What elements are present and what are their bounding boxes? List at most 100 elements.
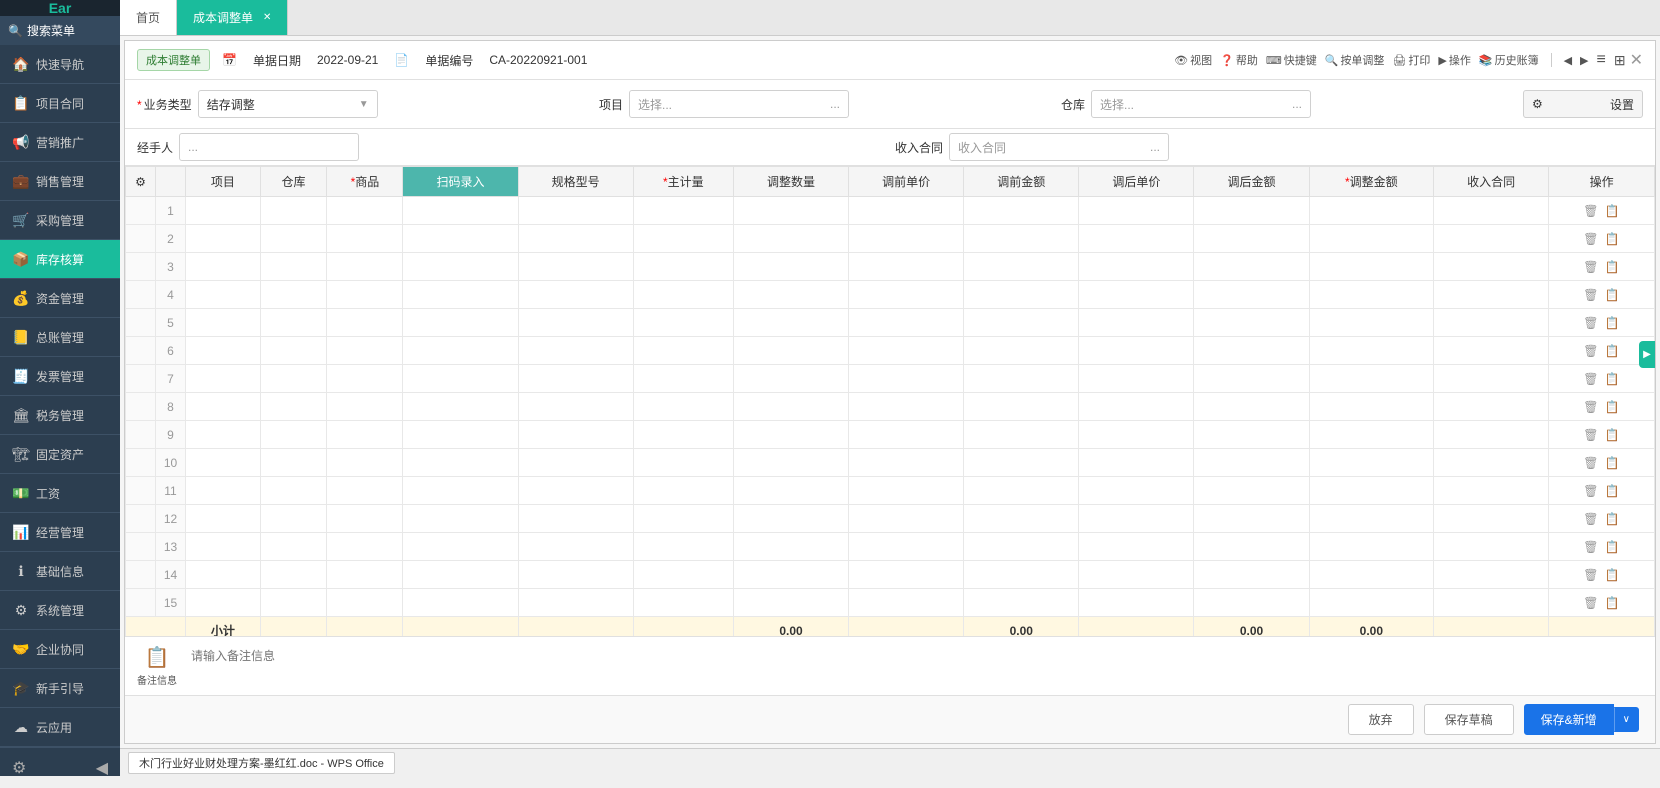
row-adj-amount-cell[interactable] [1309,337,1434,365]
row-pre-amount-cell[interactable] [964,281,1079,309]
row-warehouse-cell[interactable] [260,477,327,505]
row-post-unit-price-cell[interactable] [1079,561,1194,589]
row-scan-cell[interactable] [403,449,518,477]
row-pre-amount-cell[interactable] [964,561,1079,589]
sidebar-item-sales-mgmt[interactable]: 💼 销售管理 [0,162,120,201]
row-post-unit-price-cell[interactable] [1079,393,1194,421]
sidebar-item-quick-nav[interactable]: 🏠 快速导航 [0,45,120,84]
row-post-amount-cell[interactable] [1194,365,1309,393]
sidebar-item-sys-settings[interactable]: ⚙ 系统管理 [0,591,120,630]
sidebar-item-fixed-assets[interactable]: 🏗 固定资产 [0,435,120,474]
row-pre-unit-price-cell[interactable] [849,449,964,477]
row-copy-icon[interactable]: 📋 [1603,538,1621,556]
row-main-unit-cell[interactable] [633,225,733,253]
row-post-amount-cell[interactable] [1194,449,1309,477]
row-delete-icon[interactable]: 🗑 [1582,398,1600,416]
row-post-amount-cell[interactable] [1194,337,1309,365]
row-spec-cell[interactable] [518,365,633,393]
save-new-arrow-button[interactable]: ∨ [1614,707,1639,732]
row-goods-cell[interactable] [327,225,403,253]
row-copy-icon[interactable]: 📋 [1603,482,1621,500]
row-scan-cell[interactable] [403,589,518,617]
row-warehouse-cell[interactable] [260,365,327,393]
row-copy-icon[interactable]: 📋 [1603,286,1621,304]
row-adj-qty-cell[interactable] [734,281,849,309]
row-adj-amount-cell[interactable] [1309,533,1434,561]
row-copy-icon[interactable]: 📋 [1603,342,1621,360]
row-goods-cell[interactable] [327,393,403,421]
row-copy-icon[interactable]: 📋 [1603,370,1621,388]
row-copy-icon[interactable]: 📋 [1603,454,1621,472]
row-project-cell[interactable] [186,197,261,225]
toolbar-history[interactable]: 📚 历史账簿 [1479,52,1539,68]
row-goods-cell[interactable] [327,561,403,589]
row-main-unit-cell[interactable] [633,337,733,365]
footer-collapse-icon[interactable]: ◀ [96,758,108,778]
row-pre-unit-price-cell[interactable] [849,505,964,533]
row-post-amount-cell[interactable] [1194,421,1309,449]
row-post-amount-cell[interactable] [1194,253,1309,281]
row-post-unit-price-cell[interactable] [1079,449,1194,477]
row-goods-cell[interactable] [327,477,403,505]
th-settings[interactable]: ⚙ [126,167,156,197]
row-goods-cell[interactable] [327,309,403,337]
row-goods-cell[interactable] [327,281,403,309]
row-spec-cell[interactable] [518,561,633,589]
row-main-unit-cell[interactable] [633,561,733,589]
row-income-contract-cell[interactable] [1434,309,1549,337]
sidebar-item-basic-info[interactable]: ℹ 基础信息 [0,552,120,591]
row-project-cell[interactable] [186,281,261,309]
row-adj-qty-cell[interactable] [734,505,849,533]
row-adj-qty-cell[interactable] [734,253,849,281]
row-copy-icon[interactable]: 📋 [1603,594,1621,612]
row-post-unit-price-cell[interactable] [1079,281,1194,309]
row-income-contract-cell[interactable] [1434,281,1549,309]
row-main-unit-cell[interactable] [633,197,733,225]
sidebar-item-capital-mgmt[interactable]: 💰 资金管理 [0,279,120,318]
row-post-unit-price-cell[interactable] [1079,505,1194,533]
sidebar-item-cloud-apps[interactable]: ☁ 云应用 [0,708,120,747]
row-scan-cell[interactable] [403,393,518,421]
row-delete-icon[interactable]: 🗑 [1582,202,1600,220]
row-scan-cell[interactable] [403,225,518,253]
row-adj-qty-cell[interactable] [734,309,849,337]
row-spec-cell[interactable] [518,393,633,421]
row-copy-icon[interactable]: 📋 [1603,314,1621,332]
warehouse-input[interactable]: 选择... ... [1091,90,1311,118]
sidebar-item-payroll[interactable]: 💵 工资 [0,474,120,513]
row-income-contract-cell[interactable] [1434,421,1549,449]
toolbar-view[interactable]: 👁 视图 [1174,52,1212,68]
row-pre-unit-price-cell[interactable] [849,337,964,365]
row-pre-amount-cell[interactable] [964,393,1079,421]
toolbar-nav-next[interactable]: ▶ [1580,54,1588,67]
row-adj-qty-cell[interactable] [734,449,849,477]
row-pre-amount-cell[interactable] [964,365,1079,393]
row-warehouse-cell[interactable] [260,589,327,617]
row-warehouse-cell[interactable] [260,197,327,225]
row-scan-cell[interactable] [403,253,518,281]
row-copy-icon[interactable]: 📋 [1603,202,1621,220]
row-delete-icon[interactable]: 🗑 [1582,314,1600,332]
remark-icon-button[interactable]: 📋 备注信息 [137,645,177,687]
row-spec-cell[interactable] [518,197,633,225]
row-pre-amount-cell[interactable] [964,589,1079,617]
save-new-main-button[interactable]: 保存&新增 [1524,704,1614,735]
row-adj-amount-cell[interactable] [1309,365,1434,393]
row-delete-icon[interactable]: 🗑 [1582,286,1600,304]
project-input[interactable]: 选择... ... [629,90,849,118]
row-post-amount-cell[interactable] [1194,225,1309,253]
row-main-unit-cell[interactable] [633,477,733,505]
row-warehouse-cell[interactable] [260,533,327,561]
row-post-amount-cell[interactable] [1194,393,1309,421]
row-adj-amount-cell[interactable] [1309,225,1434,253]
toolbar-operations[interactable]: ▶ 操作 [1438,52,1470,68]
sidebar-item-ops-mgmt[interactable]: 📊 经营管理 [0,513,120,552]
row-adj-qty-cell[interactable] [734,589,849,617]
row-copy-icon[interactable]: 📋 [1603,258,1621,276]
row-project-cell[interactable] [186,393,261,421]
row-warehouse-cell[interactable] [260,561,327,589]
row-post-unit-price-cell[interactable] [1079,309,1194,337]
footer-settings-icon[interactable]: ⚙ [12,758,26,778]
row-pre-unit-price-cell[interactable] [849,561,964,589]
row-adj-amount-cell[interactable] [1309,421,1434,449]
